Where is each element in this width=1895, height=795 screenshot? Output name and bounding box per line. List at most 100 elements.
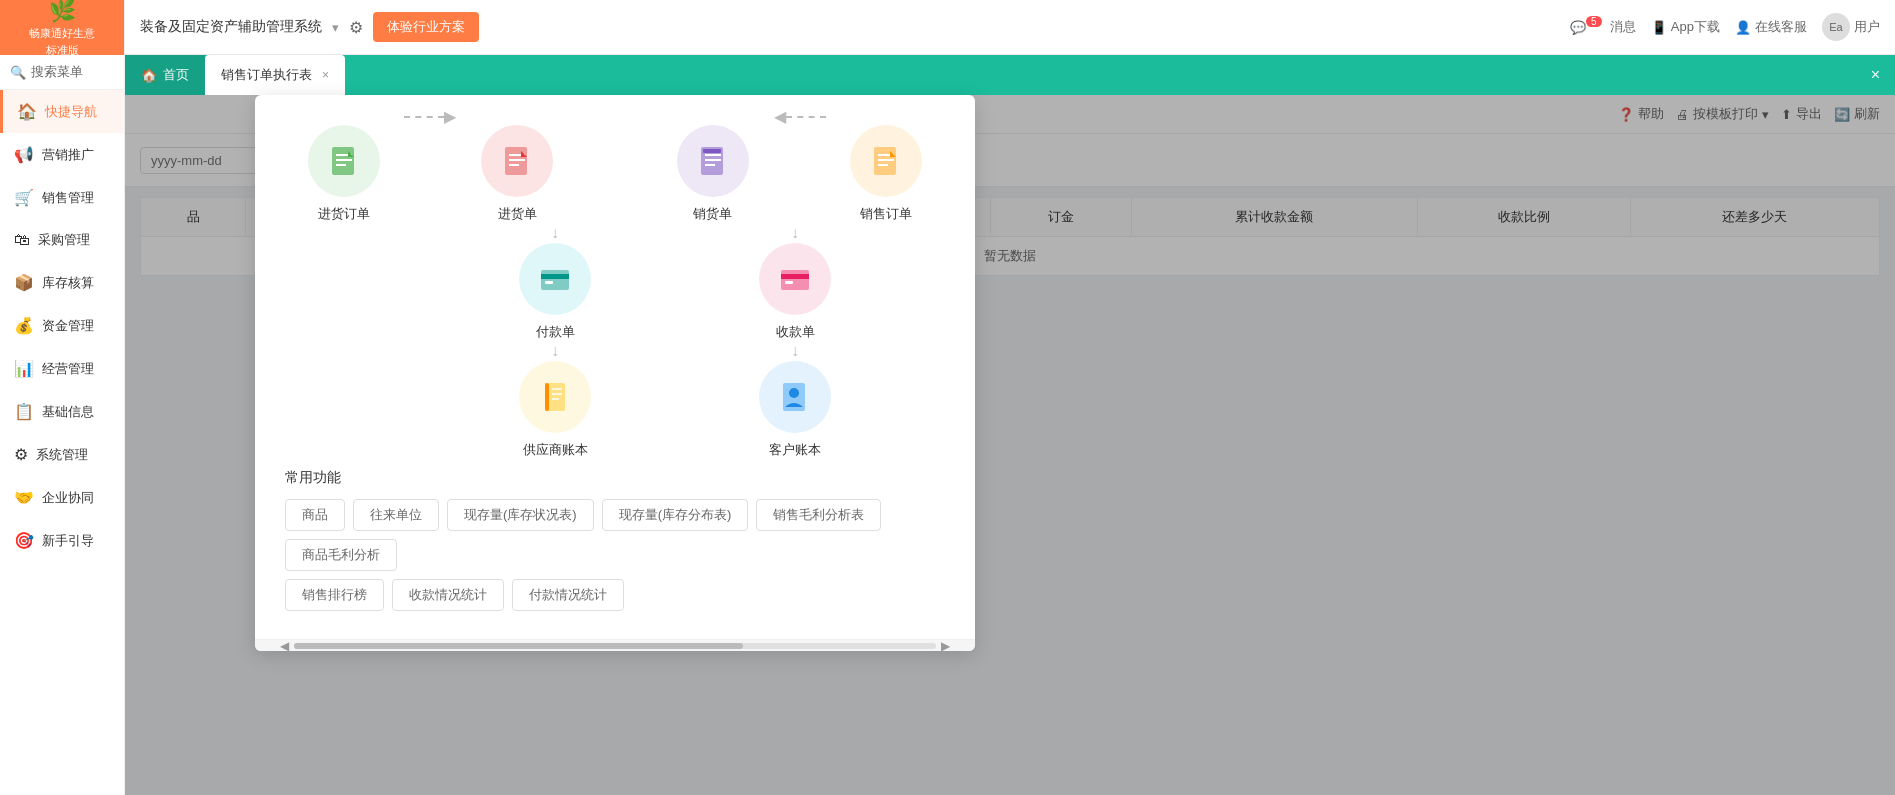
content-area: ❓ 帮助 🖨 按模板打印 ▾ ⬆ 导出 🔄 刷新 📅 [125,95,1895,795]
tab-close-icon[interactable]: × [322,68,329,82]
home-icon: 🏠 [141,68,157,83]
message-label: 消息 [1610,18,1636,36]
sidebar-item-sales[interactable]: 🛒 销售管理 [0,176,124,219]
tab-sales-order-exec[interactable]: 销售订单执行表 × [205,55,345,95]
sidebar-item-label: 库存核算 [42,274,94,292]
close-all-icon[interactable]: × [1871,66,1880,83]
online-service-label: 在线客服 [1755,18,1807,36]
common-functions-title: 常用功能 [285,469,945,487]
search-label: 搜索菜单 [31,63,83,81]
system-icon: ⚙ [14,445,28,464]
sidebar-item-purchase[interactable]: 🛍 采购管理 [0,219,124,261]
func-buttons-row1: 商品 往来单位 现存量(库存状况表) 现存量(库存分布表) 销售毛利分析表 商品… [285,499,945,571]
sidebar-item-system[interactable]: ⚙ 系统管理 [0,433,124,476]
supplier-ledger-circle[interactable] [519,361,591,433]
customer-ledger-circle[interactable] [759,361,831,433]
sidebar-item-label: 新手引导 [42,532,94,550]
svg-rect-20 [541,270,569,290]
message-badge: 5 [1586,16,1602,27]
sales-bill-circle[interactable] [677,125,749,197]
user-name-label: 用户 [1854,18,1880,36]
sidebar-item-inventory[interactable]: 📦 库存核算 [0,261,124,304]
experience-btn[interactable]: 体验行业方案 [373,12,479,42]
svg-rect-14 [703,149,721,153]
svg-rect-23 [781,270,809,290]
scroll-right-arrow[interactable]: ▶ [936,639,955,652]
receipt-circle[interactable] [759,243,831,315]
message-icon: 💬 [1570,20,1586,35]
sidebar-item-enterprise[interactable]: 🤝 企业协同 [0,476,124,519]
down-arrow-purchase: ↓ [551,223,559,243]
modal-inner: 进货订单 ▶ [255,95,975,639]
flow-node-sales-order[interactable]: 销售订单 [828,125,945,223]
capital-icon: 💰 [14,316,34,335]
func-buttons-row2: 销售排行榜 收款情况统计 付款情况统计 [285,579,945,611]
header: 装备及固定资产辅助管理系统 ▾ ⚙ 体验行业方案 💬 5 消息 📱 App下载 … [125,0,1895,55]
purchase-bill-label: 进货单 [498,205,537,223]
sidebar-item-label: 资金管理 [42,317,94,335]
enterprise-icon: 🤝 [14,488,34,507]
sidebar-item-quick-nav[interactable]: 🏠 快捷导航 [0,90,124,133]
sidebar-item-label: 基础信息 [42,403,94,421]
sidebar-item-label: 系统管理 [36,446,88,464]
modal-overlay[interactable]: 进货订单 ▶ [125,95,1895,795]
func-btn-stock-status[interactable]: 现存量(库存状况表) [447,499,594,531]
svg-rect-27 [545,383,549,411]
flow-node-payment[interactable]: 付款单 [495,243,615,341]
basic-info-icon: 📋 [14,402,34,421]
sidebar-search[interactable]: 🔍 搜索菜单 [0,55,124,90]
sales-order-circle[interactable] [850,125,922,197]
tab-home[interactable]: 🏠 首页 [125,55,205,95]
purchase-order-label: 进货订单 [318,205,370,223]
modal-scrollbar: ◀ ▶ [255,639,975,651]
flow-node-purchase-order[interactable]: 进货订单 [285,125,402,223]
sales-bill-label: 销货单 [693,205,732,223]
func-btn-product-profit[interactable]: 商品毛利分析 [285,539,397,571]
payment-label: 付款单 [536,323,575,341]
func-btn-product[interactable]: 商品 [285,499,345,531]
sales-order-label: 销售订单 [860,205,912,223]
scrollbar-track[interactable] [294,643,936,649]
scroll-left-arrow[interactable]: ◀ [275,639,294,652]
svg-rect-25 [785,281,793,284]
sidebar-item-marketing[interactable]: 📢 营销推广 [0,133,124,176]
down-arrow-sales: ↓ [791,223,799,243]
func-btn-receipt-stat[interactable]: 收款情况统计 [392,579,504,611]
flow-node-supplier-ledger[interactable]: 供应商账本 [495,361,615,459]
flow-node-purchase-bill[interactable]: 进货单 [458,125,575,223]
quick-guide-modal: 进货订单 ▶ [255,95,975,651]
app-name: 畅康通好生意 [29,26,95,41]
func-btn-sales-profit[interactable]: 销售毛利分析表 [756,499,881,531]
flow-node-receipt[interactable]: 收款单 [735,243,855,341]
purchase-bill-circle[interactable] [481,125,553,197]
avatar: Ea [1822,13,1850,41]
sidebar-item-operations[interactable]: 📊 经营管理 [0,347,124,390]
sidebar-item-label: 快捷导航 [45,103,97,121]
dropdown-icon[interactable]: ▾ [332,20,339,35]
gear-icon[interactable]: ⚙ [349,18,363,37]
online-service-item[interactable]: 👤 在线客服 [1735,18,1807,36]
flow-top-row: 进货订单 ▶ [285,125,945,223]
user-item[interactable]: Ea 用户 [1822,13,1880,41]
purchase-order-circle[interactable] [308,125,380,197]
func-btn-sales-rank[interactable]: 销售排行榜 [285,579,384,611]
payment-circle[interactable] [519,243,591,315]
header-title: 装备及固定资产辅助管理系统 [140,18,322,36]
svg-rect-21 [541,274,569,279]
func-btn-partner[interactable]: 往来单位 [353,499,439,531]
func-btn-stock-dist[interactable]: 现存量(库存分布表) [602,499,749,531]
sidebar-item-basic-info[interactable]: 📋 基础信息 [0,390,124,433]
func-btn-payment-stat[interactable]: 付款情况统计 [512,579,624,611]
flow-node-sales-bill[interactable]: 销货单 [654,125,771,223]
sidebar-item-guide[interactable]: 🎯 新手引导 [0,519,124,562]
logo-icon: 🌿 [49,0,76,24]
tab-home-label: 首页 [163,66,189,84]
sidebar-item-capital[interactable]: 💰 资金管理 [0,304,124,347]
sales-icon: 🛒 [14,188,34,207]
flow-node-customer-ledger[interactable]: 客户账本 [735,361,855,459]
app-download-item[interactable]: 📱 App下载 [1651,18,1720,36]
message-item[interactable]: 💬 5 消息 [1570,18,1636,36]
sidebar: 🌿 畅康通好生意 标准版 🔍 搜索菜单 🏠 快捷导航 📢 营销推广 🛒 销售管理… [0,0,125,795]
sidebar-item-label: 营销推广 [42,146,94,164]
sidebar-nav: 🏠 快捷导航 📢 营销推广 🛒 销售管理 🛍 采购管理 📦 库存核算 💰 资金管… [0,90,124,795]
